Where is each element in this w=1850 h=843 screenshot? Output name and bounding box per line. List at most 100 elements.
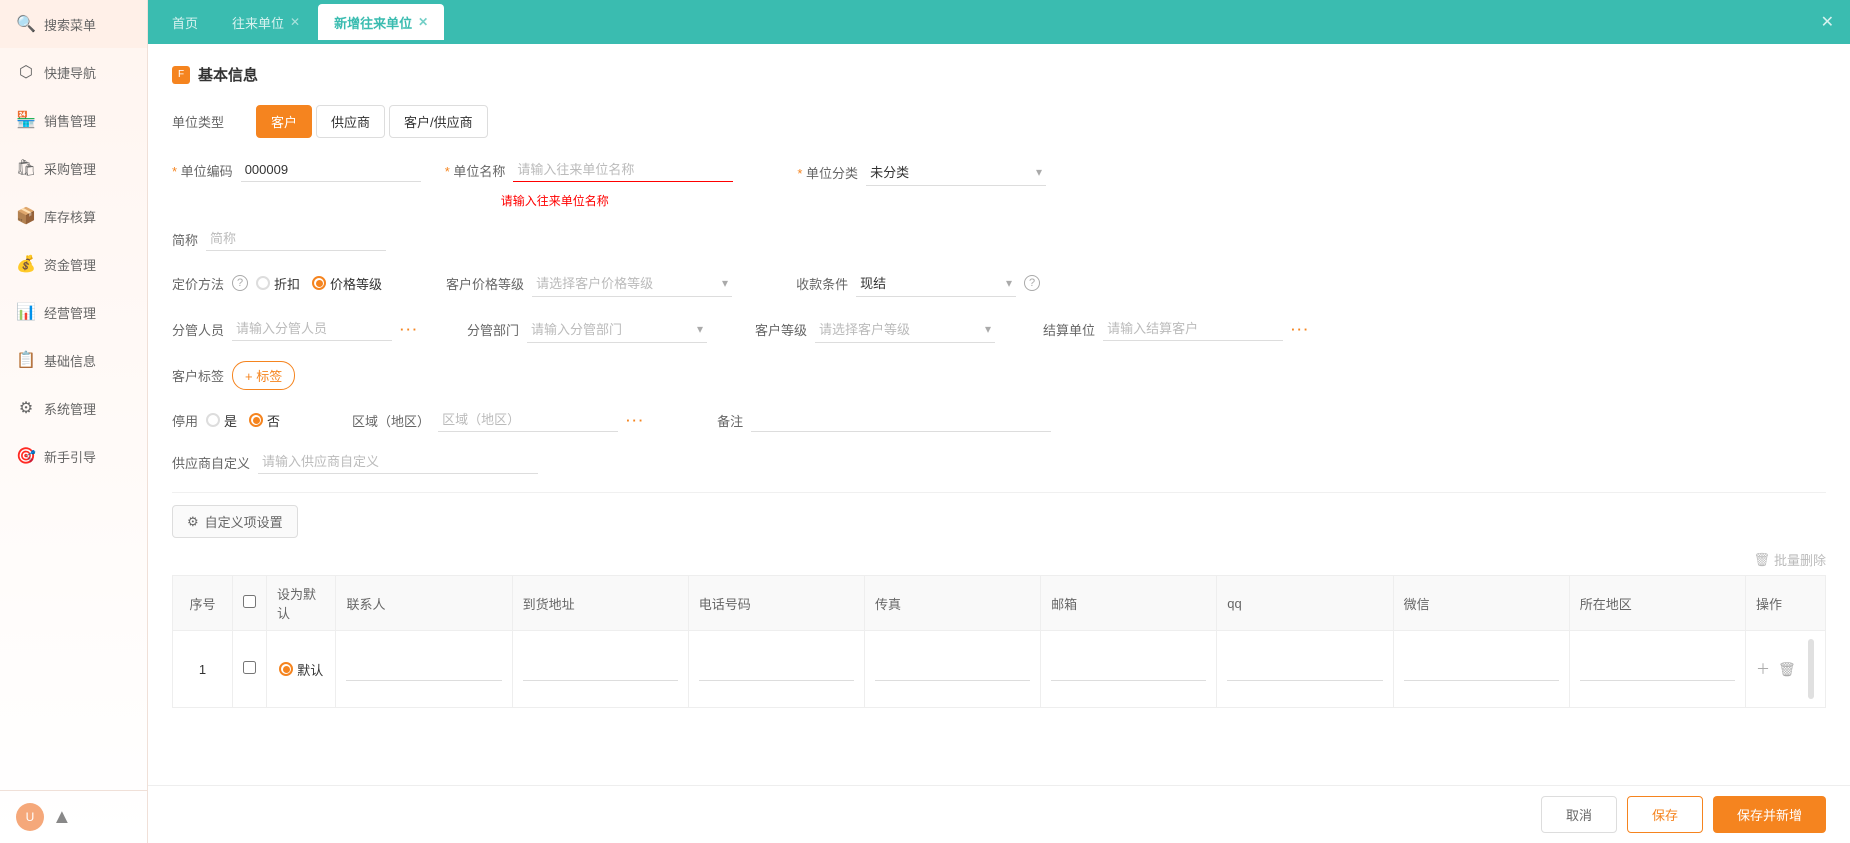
pricing-help-icon[interactable]: ? xyxy=(232,275,248,291)
radio-default[interactable]: 默认 xyxy=(277,660,325,679)
sidebar-item-inventory[interactable]: 📦 库存核算 xyxy=(0,192,147,240)
email-input[interactable] xyxy=(1051,657,1206,681)
table-row: 1 默认 xyxy=(173,631,1826,708)
chevron-down-icon: ▾ xyxy=(697,322,703,336)
custom-settings-label: 自定义项设置 xyxy=(205,512,283,531)
unit-category-value: 未分类 xyxy=(870,162,909,181)
chevron-down-icon: ▾ xyxy=(1036,165,1042,179)
main: 首页 往来单位 ✕ 新增往来单位 ✕ ✕ F 基本信息 单位类型 客户 供应商 xyxy=(148,0,1850,843)
system-icon: ⚙ xyxy=(16,398,36,418)
customer-price-level-placeholder: 请选择客户价格等级 xyxy=(536,273,653,292)
tab-new-partner-close[interactable]: ✕ xyxy=(418,16,428,28)
sidebar-item-search[interactable]: 🔍 搜索菜单 xyxy=(0,0,147,48)
region-input[interactable] xyxy=(438,408,618,432)
expand-icon[interactable]: ▲ xyxy=(52,806,72,829)
unit-code-group: 单位编码 xyxy=(172,158,421,182)
unit-code-input[interactable] xyxy=(241,158,421,182)
batch-delete-button[interactable]: 🗑 批量删除 xyxy=(1753,550,1826,569)
pricing-row: 定价方法 ? 折扣 价格等级 客户价格等级 xyxy=(172,269,1826,297)
radio-price-level[interactable]: 价格等级 xyxy=(312,274,382,293)
form-content: F 基本信息 单位类型 客户 供应商 客户/供应商 单位编码 xyxy=(148,44,1850,785)
tag-group: 客户标签 + 标签 xyxy=(172,361,295,390)
delete-row-icon[interactable]: 🗑 xyxy=(1778,661,1796,678)
gear-icon: ⚙ xyxy=(187,514,199,530)
phone-input[interactable] xyxy=(699,657,854,681)
cell-contact xyxy=(336,631,512,708)
basic-icon: 📋 xyxy=(16,350,36,370)
region-label: 区域（地区） xyxy=(352,411,430,430)
manager-row: 分管人员 ··· 分管部门 请输入分管部门 ▾ 客户等级 请选择客户等级 ▾ xyxy=(172,315,1826,343)
cell-checkbox xyxy=(233,631,267,708)
settlement-more-icon[interactable]: ··· xyxy=(1291,322,1310,337)
save-button[interactable]: 保存 xyxy=(1627,796,1703,833)
sidebar-item-purchase[interactable]: 🛍 采购管理 xyxy=(0,144,147,192)
dept-select[interactable]: 请输入分管部门 ▾ xyxy=(527,315,707,343)
sidebar-item-system[interactable]: ⚙ 系统管理 xyxy=(0,384,147,432)
btn-supplier[interactable]: 供应商 xyxy=(316,105,385,138)
manager-more-icon[interactable]: ··· xyxy=(400,322,419,337)
btn-customer[interactable]: 客户 xyxy=(256,105,312,138)
sidebar-item-label: 系统管理 xyxy=(44,399,96,418)
pricing-method-label: 定价方法 xyxy=(172,274,224,293)
remark-input[interactable] xyxy=(751,408,1051,432)
add-tag-button[interactable]: + 标签 xyxy=(232,361,295,390)
sidebar-item-label: 基础信息 xyxy=(44,351,96,370)
select-all-checkbox[interactable] xyxy=(243,595,256,608)
radio-yes[interactable]: 是 xyxy=(206,411,237,430)
unit-code-label: 单位编码 xyxy=(172,161,233,180)
short-name-input[interactable] xyxy=(206,227,386,251)
purchase-icon: 🛍 xyxy=(16,158,36,178)
guide-icon: 🎯 xyxy=(16,446,36,466)
sidebar-item-quicknav[interactable]: ⬡ 快捷导航 xyxy=(0,48,147,96)
section-header: F 基本信息 xyxy=(172,64,1826,85)
tab-new-partner[interactable]: 新增往来单位 ✕ xyxy=(318,4,444,40)
sidebar-item-label: 采购管理 xyxy=(44,159,96,178)
cancel-button[interactable]: 取消 xyxy=(1541,796,1617,833)
radio-no-label: 否 xyxy=(267,411,280,430)
btn-both[interactable]: 客户/供应商 xyxy=(389,105,488,138)
sidebar-item-operations[interactable]: 📊 经营管理 xyxy=(0,288,147,336)
customer-price-level-select[interactable]: 请选择客户价格等级 ▾ xyxy=(532,269,732,297)
payment-condition-select[interactable]: 现结 ▾ xyxy=(856,269,1016,297)
custom-settings-button[interactable]: ⚙ 自定义项设置 xyxy=(172,505,298,538)
col-region: 所在地区 xyxy=(1569,576,1745,631)
tabs-bar: 首页 往来单位 ✕ 新增往来单位 ✕ ✕ xyxy=(148,0,1850,44)
dept-placeholder: 请输入分管部门 xyxy=(531,319,622,338)
batch-delete-bar: 🗑 批量删除 xyxy=(172,550,1826,569)
add-row-icon[interactable]: ＋ xyxy=(1756,659,1770,679)
cell-wechat xyxy=(1393,631,1569,708)
disabled-region-row: 停用 是 否 区域（地区） ··· xyxy=(172,408,1826,432)
qq-input[interactable] xyxy=(1227,657,1382,681)
address-input[interactable] xyxy=(523,657,678,681)
sidebar-item-guide[interactable]: 🎯 新手引导 xyxy=(0,432,147,480)
dept-group: 分管部门 请输入分管部门 ▾ xyxy=(467,315,707,343)
sidebar-item-label: 快捷导航 xyxy=(44,63,96,82)
inventory-icon: 📦 xyxy=(16,206,36,226)
tab-partners-close[interactable]: ✕ xyxy=(290,16,300,28)
unit-category-select[interactable]: 未分类 ▾ xyxy=(866,158,1046,186)
settlement-input[interactable] xyxy=(1103,317,1283,341)
sidebar-item-finance[interactable]: 💰 资金管理 xyxy=(0,240,147,288)
radio-discount[interactable]: 折扣 xyxy=(256,274,300,293)
unit-name-input[interactable] xyxy=(513,158,733,182)
customer-level-select[interactable]: 请选择客户等级 ▾ xyxy=(815,315,995,343)
wechat-input[interactable] xyxy=(1404,657,1559,681)
row-region-input[interactable] xyxy=(1580,657,1735,681)
row-checkbox[interactable] xyxy=(243,661,256,674)
avatar: U xyxy=(16,803,44,831)
tabs-close-all[interactable]: ✕ xyxy=(1813,8,1842,36)
supplier-custom-input[interactable] xyxy=(258,450,538,474)
tab-partners[interactable]: 往来单位 ✕ xyxy=(216,4,316,40)
sidebar-item-label: 搜索菜单 xyxy=(44,15,96,34)
region-more-icon[interactable]: ··· xyxy=(626,413,645,428)
manager-input[interactable] xyxy=(232,317,392,341)
contact-input[interactable] xyxy=(346,657,501,681)
radio-no[interactable]: 否 xyxy=(249,411,280,430)
tab-home[interactable]: 首页 xyxy=(156,4,214,40)
fax-input[interactable] xyxy=(875,657,1030,681)
payment-help-icon[interactable]: ? xyxy=(1024,275,1040,291)
sidebar-item-sales[interactable]: 🏪 销售管理 xyxy=(0,96,147,144)
unit-type-group: 客户 供应商 客户/供应商 xyxy=(256,105,488,138)
save-new-button[interactable]: 保存并新增 xyxy=(1713,796,1826,833)
sidebar-item-basic[interactable]: 📋 基础信息 xyxy=(0,336,147,384)
